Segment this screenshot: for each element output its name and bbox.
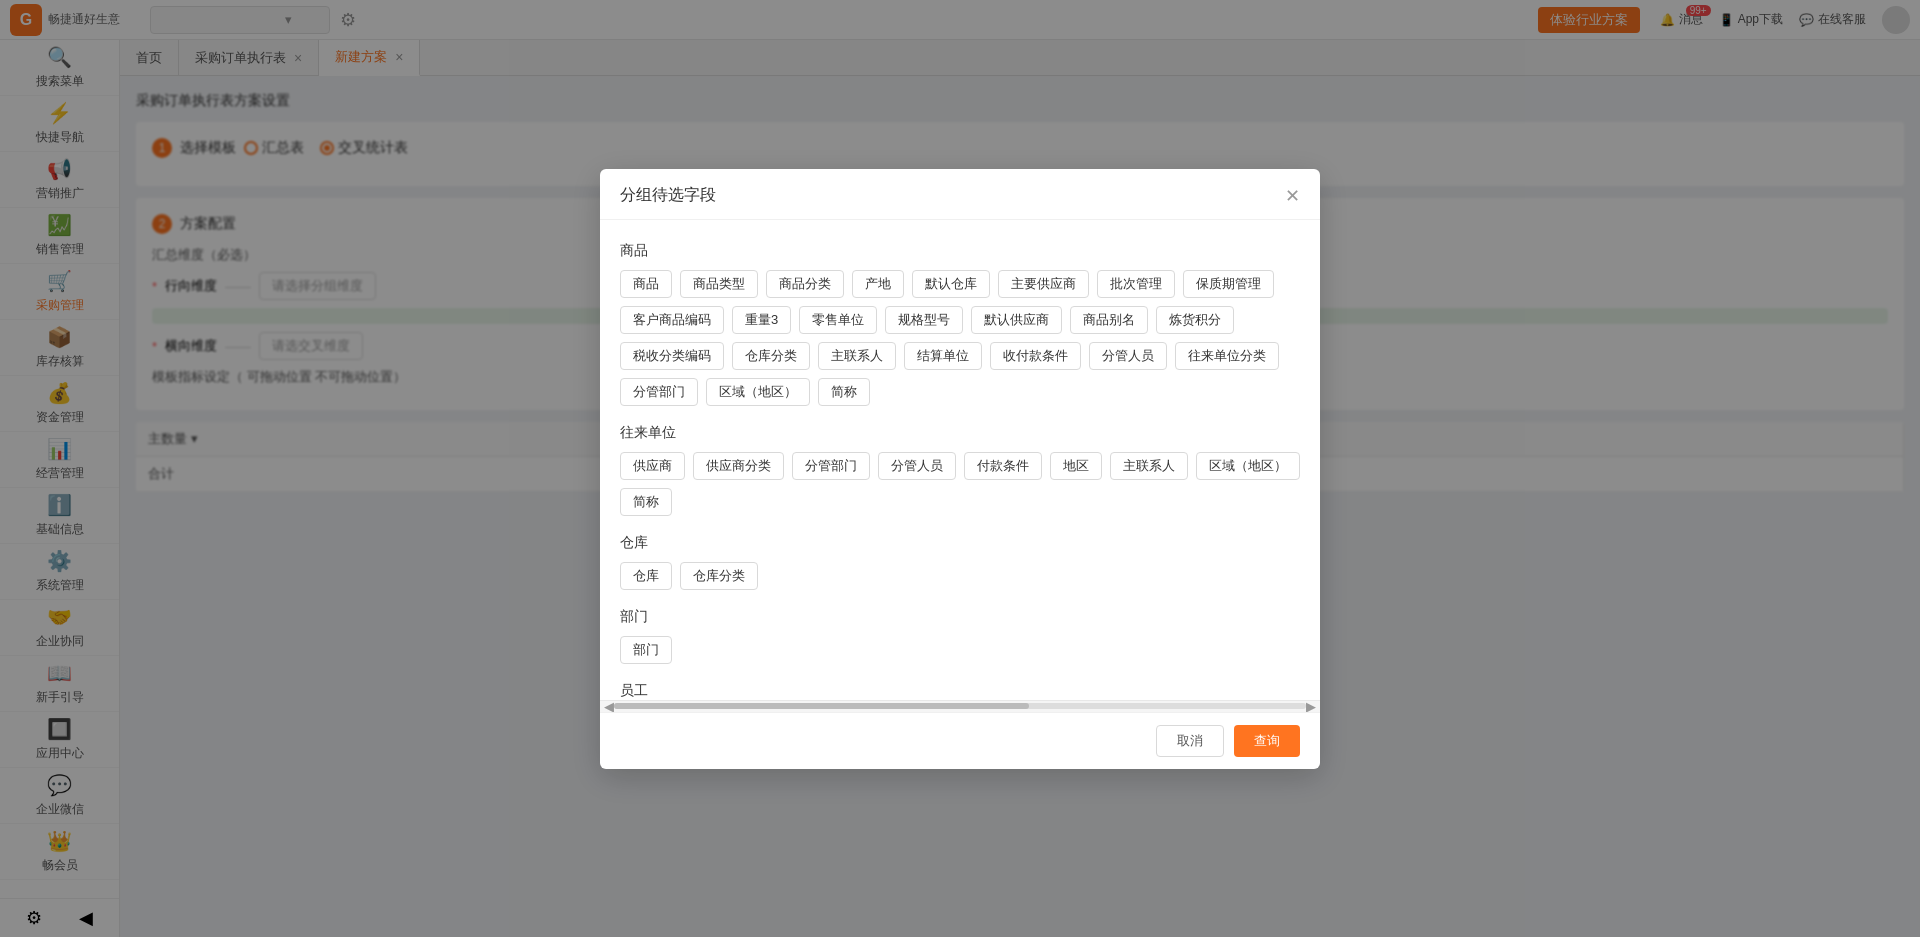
field-tag-0-5[interactable]: 主要供应商	[998, 270, 1089, 298]
field-tag-0-6[interactable]: 批次管理	[1097, 270, 1175, 298]
field-tag-0-19[interactable]: 收付款条件	[990, 342, 1081, 370]
field-tag-2-0[interactable]: 仓库	[620, 562, 672, 590]
hscroll-thumb	[614, 703, 1029, 709]
field-tag-0-16[interactable]: 仓库分类	[732, 342, 810, 370]
hscroll-track	[614, 703, 1306, 709]
field-group-title-1: 往来单位	[620, 424, 1300, 442]
field-tag-1-4[interactable]: 付款条件	[964, 452, 1042, 480]
dialog-title: 分组待选字段	[620, 185, 716, 206]
field-tag-0-18[interactable]: 结算单位	[904, 342, 982, 370]
dialog-footer: 取消 查询	[600, 712, 1320, 769]
field-tag-1-5[interactable]: 地区	[1050, 452, 1102, 480]
field-tag-0-1[interactable]: 商品类型	[680, 270, 758, 298]
field-select-dialog: 分组待选字段 ✕ 商品商品商品类型商品分类产地默认仓库主要供应商批次管理保质期管…	[600, 169, 1320, 769]
field-tag-0-13[interactable]: 商品别名	[1070, 306, 1148, 334]
field-tag-0-4[interactable]: 默认仓库	[912, 270, 990, 298]
field-tag-0-20[interactable]: 分管人员	[1089, 342, 1167, 370]
field-tag-0-22[interactable]: 分管部门	[620, 378, 698, 406]
field-tag-0-2[interactable]: 商品分类	[766, 270, 844, 298]
field-tag-1-1[interactable]: 供应商分类	[693, 452, 784, 480]
field-tag-0-8[interactable]: 客户商品编码	[620, 306, 724, 334]
dialog-header: 分组待选字段 ✕	[600, 169, 1320, 220]
field-tag-1-7[interactable]: 区域（地区）	[1196, 452, 1300, 480]
field-tag-1-3[interactable]: 分管人员	[878, 452, 956, 480]
field-group-title-3: 部门	[620, 608, 1300, 626]
field-tag-0-24[interactable]: 简称	[818, 378, 870, 406]
field-tag-0-11[interactable]: 规格型号	[885, 306, 963, 334]
field-tag-1-6[interactable]: 主联系人	[1110, 452, 1188, 480]
field-tag-0-23[interactable]: 区域（地区）	[706, 378, 810, 406]
field-tag-0-17[interactable]: 主联系人	[818, 342, 896, 370]
dialog-hscroll: ◀ ▶	[600, 700, 1320, 712]
field-tag-1-2[interactable]: 分管部门	[792, 452, 870, 480]
field-tag-0-15[interactable]: 税收分类编码	[620, 342, 724, 370]
field-tag-2-1[interactable]: 仓库分类	[680, 562, 758, 590]
field-tag-1-8[interactable]: 简称	[620, 488, 672, 516]
field-tag-1-0[interactable]: 供应商	[620, 452, 685, 480]
field-group-title-4: 员工	[620, 682, 1300, 700]
confirm-button[interactable]: 查询	[1234, 725, 1300, 757]
field-tag-0-9[interactable]: 重量3	[732, 306, 791, 334]
field-tag-0-7[interactable]: 保质期管理	[1183, 270, 1274, 298]
field-tags-3: 部门	[620, 636, 1300, 664]
field-tag-0-21[interactable]: 往来单位分类	[1175, 342, 1279, 370]
field-tag-0-0[interactable]: 商品	[620, 270, 672, 298]
field-tag-3-0[interactable]: 部门	[620, 636, 672, 664]
dialog-overlay: 分组待选字段 ✕ 商品商品商品类型商品分类产地默认仓库主要供应商批次管理保质期管…	[0, 0, 1920, 937]
field-tag-0-10[interactable]: 零售单位	[799, 306, 877, 334]
field-tags-1: 供应商供应商分类分管部门分管人员付款条件地区主联系人区域（地区） 简称	[620, 452, 1300, 516]
field-tag-0-12[interactable]: 默认供应商	[971, 306, 1062, 334]
field-group-title-0: 商品	[620, 242, 1300, 260]
field-group-title-2: 仓库	[620, 534, 1300, 552]
dialog-close-button[interactable]: ✕	[1285, 185, 1300, 207]
field-tag-0-3[interactable]: 产地	[852, 270, 904, 298]
field-tag-0-14[interactable]: 炼货积分	[1156, 306, 1234, 334]
field-tags-0: 商品商品类型商品分类产地默认仓库主要供应商批次管理保质期管理客户商品编码重量3 零…	[620, 270, 1300, 406]
dialog-body: 商品商品商品类型商品分类产地默认仓库主要供应商批次管理保质期管理客户商品编码重量…	[600, 220, 1320, 700]
field-tags-2: 仓库仓库分类	[620, 562, 1300, 590]
cancel-button[interactable]: 取消	[1156, 725, 1224, 757]
